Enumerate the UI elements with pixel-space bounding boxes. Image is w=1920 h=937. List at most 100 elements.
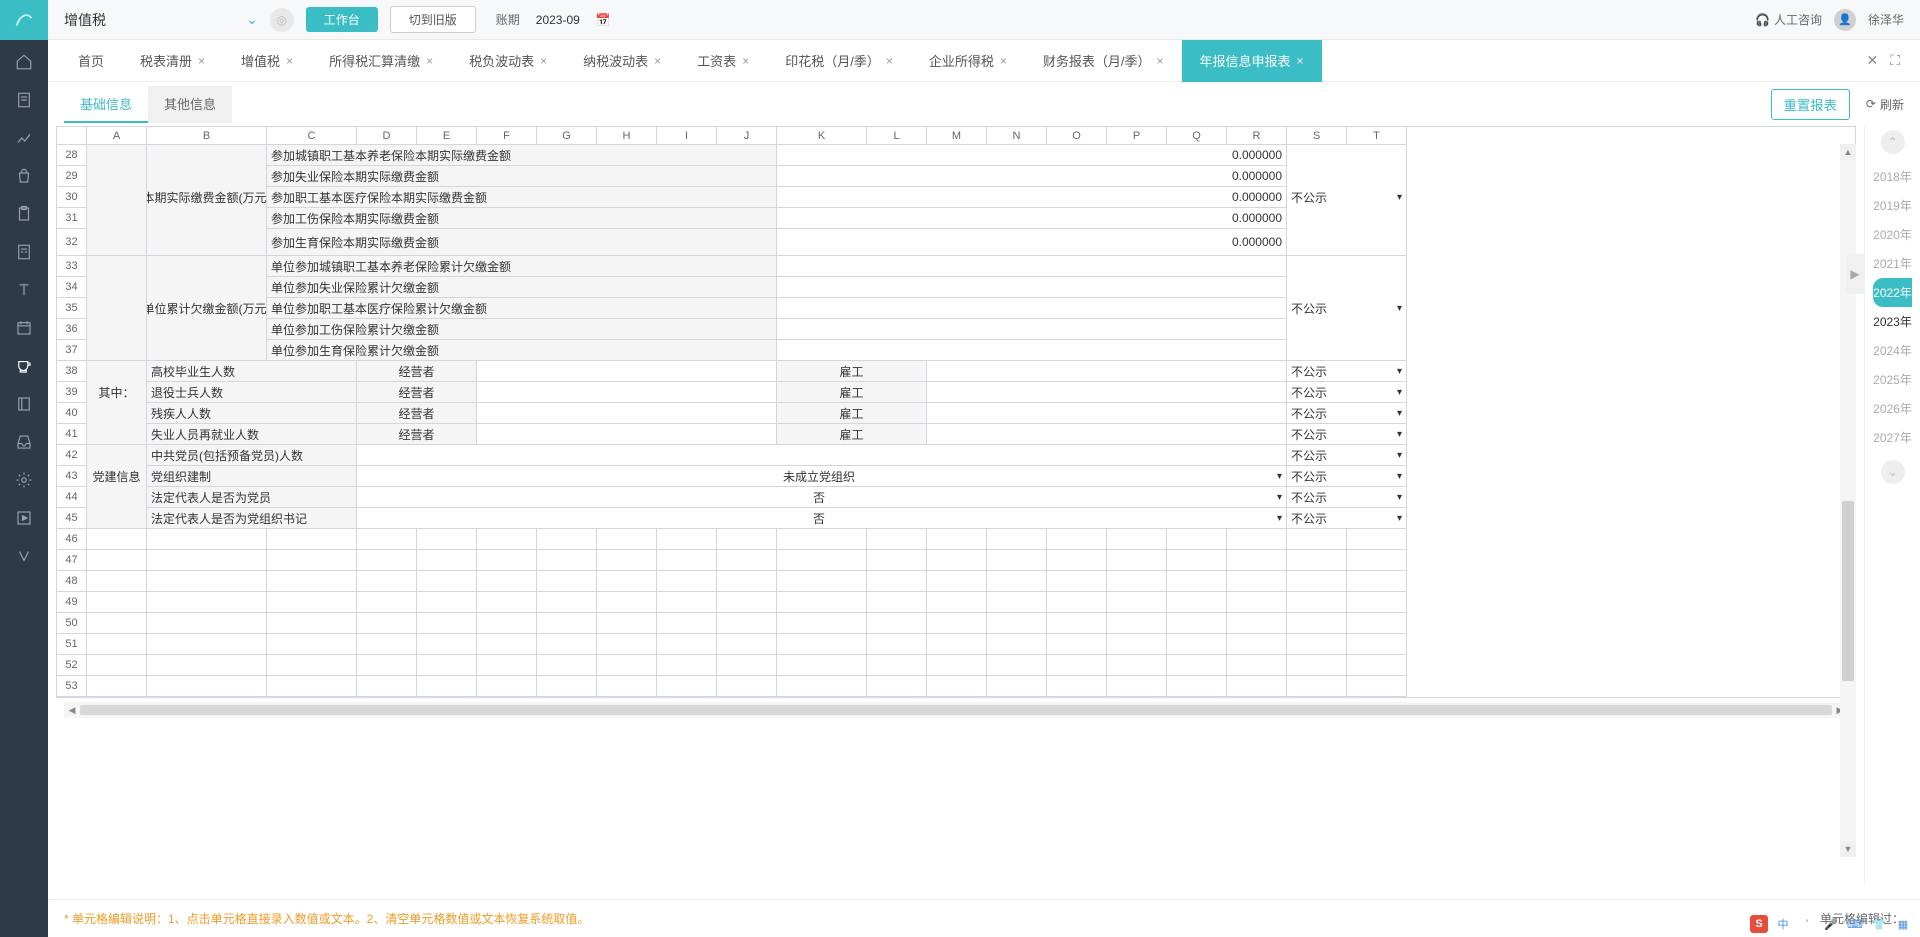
cell[interactable] [1047, 613, 1107, 634]
cell[interactable] [987, 655, 1047, 676]
cell[interactable] [1107, 592, 1167, 613]
cell[interactable] [537, 571, 597, 592]
cell[interactable] [87, 340, 147, 361]
scroll-up-icon[interactable]: ▲ [1840, 144, 1856, 160]
cell[interactable]: 经营者 [357, 424, 477, 445]
cell[interactable]: 不公示▾ [1287, 424, 1407, 445]
support-link[interactable]: 🎧 人工咨询 [1755, 11, 1822, 28]
cell[interactable]: 0.000000 [777, 208, 1287, 229]
cell[interactable] [267, 613, 357, 634]
cell[interactable] [417, 655, 477, 676]
cell[interactable] [147, 550, 267, 571]
cell[interactable] [777, 571, 867, 592]
close-all-tabs-icon[interactable]: ✕ [1866, 52, 1878, 69]
cell[interactable] [777, 592, 867, 613]
cell[interactable] [1167, 571, 1227, 592]
nav-cup-icon[interactable] [14, 356, 34, 376]
tab-首页[interactable]: 首页 [60, 40, 122, 82]
cell[interactable] [147, 229, 267, 256]
cell[interactable] [87, 187, 147, 208]
reset-report-button[interactable]: 重置报表 [1771, 89, 1850, 120]
cell[interactable] [1287, 340, 1407, 361]
row-header[interactable]: 29 [57, 166, 87, 187]
cell[interactable] [147, 571, 267, 592]
cell[interactable] [1287, 529, 1347, 550]
cell[interactable]: 0.000000 [777, 187, 1287, 208]
col-header-K[interactable]: K [777, 127, 867, 145]
row-header[interactable]: 37 [57, 340, 87, 361]
cell[interactable] [417, 550, 477, 571]
row-header[interactable]: 36 [57, 319, 87, 340]
cell[interactable] [1287, 613, 1347, 634]
year-2018年[interactable]: 2018年 [1873, 162, 1912, 191]
tab-印花税（月/季）[interactable]: 印花税（月/季）× [767, 40, 911, 82]
nav-v-icon[interactable] [14, 546, 34, 566]
hscroll-thumb[interactable] [80, 705, 1832, 715]
cell[interactable]: 0.000000 [777, 166, 1287, 187]
cell[interactable] [927, 571, 987, 592]
username[interactable]: 徐泽华 [1868, 11, 1904, 28]
cell[interactable]: 法定代表人是否为党员 [147, 487, 357, 508]
horizontal-scrollbar[interactable]: ◀ ▶ [64, 702, 1848, 718]
cell[interactable] [1287, 145, 1407, 166]
row-header[interactable]: 44 [57, 487, 87, 508]
tab-close-icon[interactable]: × [654, 54, 661, 68]
cell[interactable] [537, 613, 597, 634]
tab-年报信息申报表[interactable]: 年报信息申报表× [1182, 40, 1322, 82]
cell[interactable] [1167, 655, 1227, 676]
cell[interactable]: 雇工 [777, 424, 927, 445]
cell[interactable] [867, 550, 927, 571]
cell[interactable] [1107, 550, 1167, 571]
period-value[interactable]: 2023-09 [536, 13, 580, 27]
old-version-button[interactable]: 切到旧版 [390, 6, 476, 33]
cell[interactable] [927, 361, 1287, 382]
cell[interactable] [1107, 634, 1167, 655]
cell[interactable] [147, 613, 267, 634]
row-header[interactable]: 39 [57, 382, 87, 403]
cell[interactable] [1347, 634, 1407, 655]
year-rail-up-icon[interactable]: ⌃ [1881, 130, 1905, 154]
tab-close-icon[interactable]: × [742, 54, 749, 68]
cell[interactable]: 不公示▾ [1287, 445, 1407, 466]
cell[interactable] [777, 256, 1287, 277]
row-header[interactable]: 38 [57, 361, 87, 382]
row-header[interactable]: 32 [57, 229, 87, 256]
ime-lang-icon[interactable]: 中 [1774, 915, 1792, 933]
col-header-T[interactable]: T [1347, 127, 1407, 145]
col-header-N[interactable]: N [987, 127, 1047, 145]
cell[interactable]: 否▾ [357, 487, 1287, 508]
tab-close-icon[interactable]: × [198, 54, 205, 68]
cell[interactable] [477, 655, 537, 676]
row-header[interactable]: 50 [57, 613, 87, 634]
col-header-I[interactable]: I [657, 127, 717, 145]
cell[interactable] [777, 613, 867, 634]
cell[interactable] [1287, 166, 1407, 187]
cell[interactable] [267, 676, 357, 697]
cell[interactable] [1107, 529, 1167, 550]
cell[interactable] [147, 340, 267, 361]
row-header[interactable]: 35 [57, 298, 87, 319]
cell[interactable] [777, 319, 1287, 340]
year-2022年[interactable]: 2022年 [1873, 278, 1912, 307]
cell[interactable] [1227, 613, 1287, 634]
cell[interactable] [1227, 634, 1287, 655]
cell[interactable] [87, 424, 147, 445]
cell[interactable] [537, 634, 597, 655]
col-header-R[interactable]: R [1227, 127, 1287, 145]
cell[interactable] [1047, 655, 1107, 676]
nav-clipboard-icon[interactable] [14, 204, 34, 224]
user-avatar-icon[interactable]: 👤 [1834, 9, 1856, 31]
cell[interactable] [1347, 550, 1407, 571]
tab-close-icon[interactable]: × [540, 54, 547, 68]
cell[interactable] [147, 634, 267, 655]
cell[interactable] [987, 550, 1047, 571]
cell[interactable]: 失业人员再就业人数 [147, 424, 357, 445]
cell[interactable] [147, 277, 267, 298]
cell[interactable] [1107, 676, 1167, 697]
ime-mic-icon[interactable]: 🎤 [1822, 915, 1840, 933]
tab-税表清册[interactable]: 税表清册× [122, 40, 223, 82]
cell[interactable] [357, 655, 417, 676]
cell[interactable]: 党建信息 [87, 466, 147, 487]
col-header-D[interactable]: D [357, 127, 417, 145]
row-header[interactable]: 41 [57, 424, 87, 445]
